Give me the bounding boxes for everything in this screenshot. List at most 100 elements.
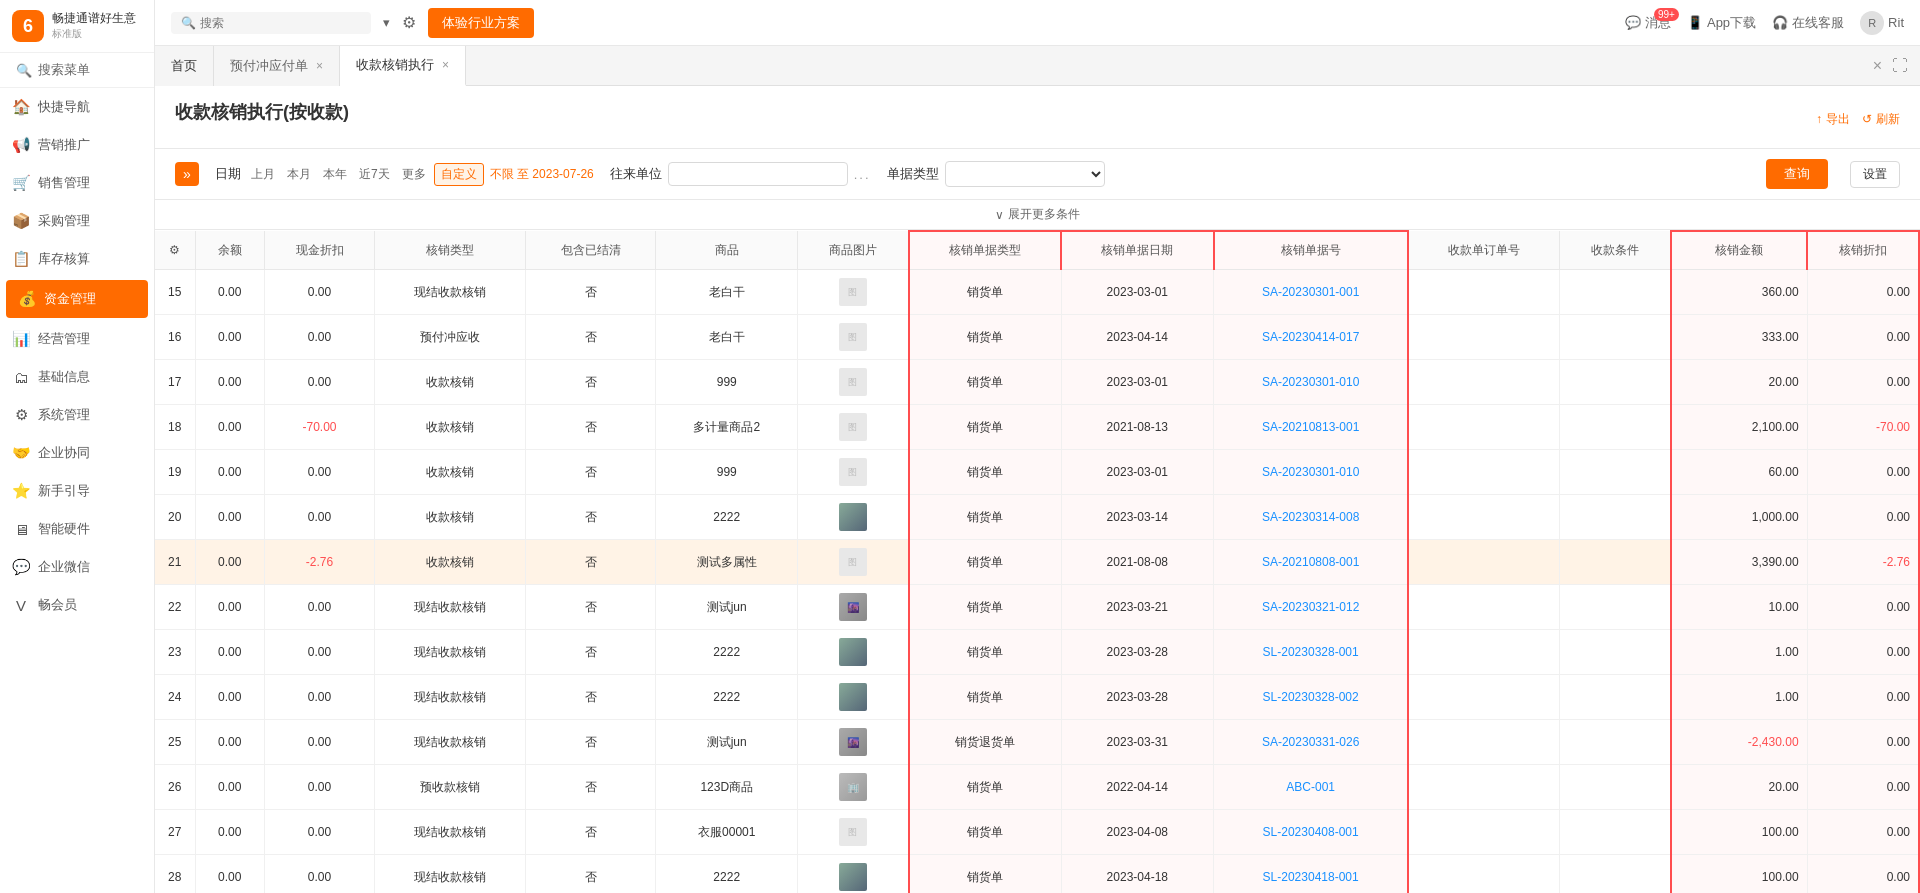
table-header-row: ⚙ 余额 现金折扣 核销类型 包含已结清 商品 商品图片 核销单据类型 核销单据… — [155, 231, 1919, 270]
tab-prepaid[interactable]: 预付冲应付单 × — [214, 46, 340, 86]
cancel-number-link[interactable]: SA-20230331-026 — [1262, 735, 1359, 749]
message-badge[interactable]: 💬 消息 99+ — [1625, 14, 1671, 32]
date-opt-thismonth[interactable]: 本月 — [283, 164, 315, 185]
cell-goods: 999 — [656, 450, 798, 495]
cell-receipt-condition — [1560, 270, 1671, 315]
col-balance: 余额 — [195, 231, 264, 270]
date-opt-more[interactable]: 更多 — [398, 164, 430, 185]
cell-balance: 0.00 — [195, 315, 264, 360]
cell-receipt-order — [1408, 495, 1560, 540]
sidebar-item-guide[interactable]: ⭐ 新手引导 — [0, 472, 154, 510]
cancel-number-link[interactable]: SA-20230301-010 — [1262, 465, 1359, 479]
sidebar-item-quicknav[interactable]: 🏠 快捷导航 — [0, 88, 154, 126]
online-service[interactable]: 🎧 在线客服 — [1772, 14, 1844, 32]
sidebar-item-system[interactable]: ⚙ 系统管理 — [0, 396, 154, 434]
cell-cancel-amount: 333.00 — [1671, 315, 1807, 360]
cancel-number-link[interactable]: SL-20230408-001 — [1263, 825, 1359, 839]
cell-cancel-date: 2023-04-14 — [1061, 315, 1213, 360]
topbar-gear-icon[interactable]: ⚙ — [402, 13, 416, 32]
topbar-right-area: 💬 消息 99+ 📱 App下载 🎧 在线客服 R Rit — [1625, 11, 1904, 35]
sidebar-item-label: 新手引导 — [38, 482, 90, 500]
table-row: 21 0.00 -2.76 收款核销 否 测试多属性 图 销货单 2021-08… — [155, 540, 1919, 585]
hardware-icon: 🖥 — [12, 520, 30, 538]
industry-solution-button[interactable]: 体验行业方案 — [428, 8, 534, 38]
cell-cancel-voucher-type: 销货退货单 — [909, 720, 1061, 765]
user-info[interactable]: R Rit — [1860, 11, 1904, 35]
page-header: 收款核销执行(按收款) ↑ 导出 ↺ 刷新 — [155, 86, 1920, 149]
cancel-number-link[interactable]: SA-20230321-012 — [1262, 600, 1359, 614]
sidebar-item-inventory[interactable]: 📋 库存核算 — [0, 240, 154, 278]
filter-expand-button[interactable]: » — [175, 162, 199, 186]
cancel-number-link[interactable]: SL-20230418-001 — [1263, 870, 1359, 884]
col-gear[interactable]: ⚙ — [155, 231, 195, 270]
cell-include-settled: 否 — [525, 315, 655, 360]
cell-cash-discount: 0.00 — [264, 855, 374, 894]
cancel-number-link[interactable]: SA-20230301-010 — [1262, 375, 1359, 389]
refresh-button[interactable]: ↺ 刷新 — [1862, 111, 1900, 128]
col-cancel-number: 核销单据号 — [1214, 231, 1409, 270]
date-opt-7days[interactable]: 近7天 — [355, 164, 394, 185]
sidebar-item-purchase[interactable]: 📦 采购管理 — [0, 202, 154, 240]
date-opt-thisyear[interactable]: 本年 — [319, 164, 351, 185]
cell-cancel-number: SA-20230301-010 — [1214, 360, 1409, 405]
sidebar-item-label: 畅会员 — [38, 596, 77, 614]
date-opt-lastmonth[interactable]: 上月 — [247, 164, 279, 185]
tab-receivable[interactable]: 收款核销执行 × — [340, 46, 466, 86]
page-title: 收款核销执行(按收款) — [175, 100, 349, 124]
sidebar-item-hardware[interactable]: 🖥 智能硬件 — [0, 510, 154, 548]
cell-receipt-condition — [1560, 630, 1671, 675]
cancel-number-link[interactable]: SA-20210808-001 — [1262, 555, 1359, 569]
cancel-number-link[interactable]: SL-20230328-001 — [1263, 645, 1359, 659]
cell-cancel-number: SA-20210808-001 — [1214, 540, 1409, 585]
cancel-number-link[interactable]: SA-20230314-008 — [1262, 510, 1359, 524]
cell-cancel-discount: 0.00 — [1807, 855, 1919, 894]
message-icon: 💬 — [1625, 15, 1641, 30]
date-options: 上月 本月 本年 近7天 更多 自定义 — [247, 163, 484, 186]
sidebar-item-sales[interactable]: 🛒 销售管理 — [0, 164, 154, 202]
sidebar-search[interactable]: 🔍 搜索菜单 — [0, 53, 154, 88]
tab-expand-icon[interactable]: ⛶ — [1892, 57, 1908, 75]
sidebar-item-marketing[interactable]: 📢 营销推广 — [0, 126, 154, 164]
cancel-number-link[interactable]: SA-20230414-017 — [1262, 330, 1359, 344]
date-opt-custom[interactable]: 自定义 — [434, 163, 484, 186]
purchase-icon: 📦 — [12, 212, 30, 230]
sidebar-item-label: 企业协同 — [38, 444, 90, 462]
cell-goods-img — [798, 675, 909, 720]
topbar-search-box[interactable]: 🔍 — [171, 12, 371, 34]
topbar-search-input[interactable] — [200, 16, 340, 30]
filter-settings-button[interactable]: 设置 — [1850, 161, 1900, 188]
cancel-number-link[interactable]: ABC-001 — [1286, 780, 1335, 794]
cell-no: 15 — [155, 270, 195, 315]
sidebar-item-enterprise[interactable]: 🤝 企业协同 — [0, 434, 154, 472]
export-icon: ↑ — [1816, 112, 1822, 126]
sidebar-item-operations[interactable]: 📊 经营管理 — [0, 320, 154, 358]
cell-cancel-discount: 0.00 — [1807, 810, 1919, 855]
expand-more-button[interactable]: ∨ 展开更多条件 — [995, 206, 1080, 223]
query-button[interactable]: 查询 — [1766, 159, 1828, 189]
topbar-dropdown-arrow[interactable]: ▾ — [383, 15, 390, 30]
cell-cancel-number: SA-20230414-017 — [1214, 315, 1409, 360]
tab-close-all-icon[interactable]: × — [1873, 57, 1882, 75]
cell-no: 19 — [155, 450, 195, 495]
tab-prepaid-close[interactable]: × — [316, 59, 323, 73]
export-button[interactable]: ↑ 导出 — [1816, 111, 1850, 128]
gear-icon[interactable]: ⚙ — [169, 243, 180, 257]
wechat-icon: 💬 — [12, 558, 30, 576]
cell-cancel-amount: 10.00 — [1671, 585, 1807, 630]
cancel-number-link[interactable]: SA-20230301-001 — [1262, 285, 1359, 299]
col-cash-discount: 现金折扣 — [264, 231, 374, 270]
app-download[interactable]: 📱 App下载 — [1687, 14, 1756, 32]
cell-cancel-type: 现结收款核销 — [375, 270, 526, 315]
table-row: 28 0.00 0.00 现结收款核销 否 2222 销货单 2023-04-1… — [155, 855, 1919, 894]
sidebar-item-wechat[interactable]: 💬 企业微信 — [0, 548, 154, 586]
sidebar-item-finance[interactable]: 💰 资金管理 — [6, 280, 148, 318]
tab-home[interactable]: 首页 — [155, 46, 214, 86]
voucher-type-select[interactable] — [945, 161, 1105, 187]
tab-receivable-close[interactable]: × — [442, 58, 449, 72]
sidebar-item-basic[interactable]: 🗂 基础信息 — [0, 358, 154, 396]
cell-receipt-condition — [1560, 495, 1671, 540]
sidebar-item-member[interactable]: V 畅会员 — [0, 586, 154, 624]
partner-input[interactable] — [668, 162, 848, 186]
cancel-number-link[interactable]: SA-20210813-001 — [1262, 420, 1359, 434]
cancel-number-link[interactable]: SL-20230328-002 — [1263, 690, 1359, 704]
